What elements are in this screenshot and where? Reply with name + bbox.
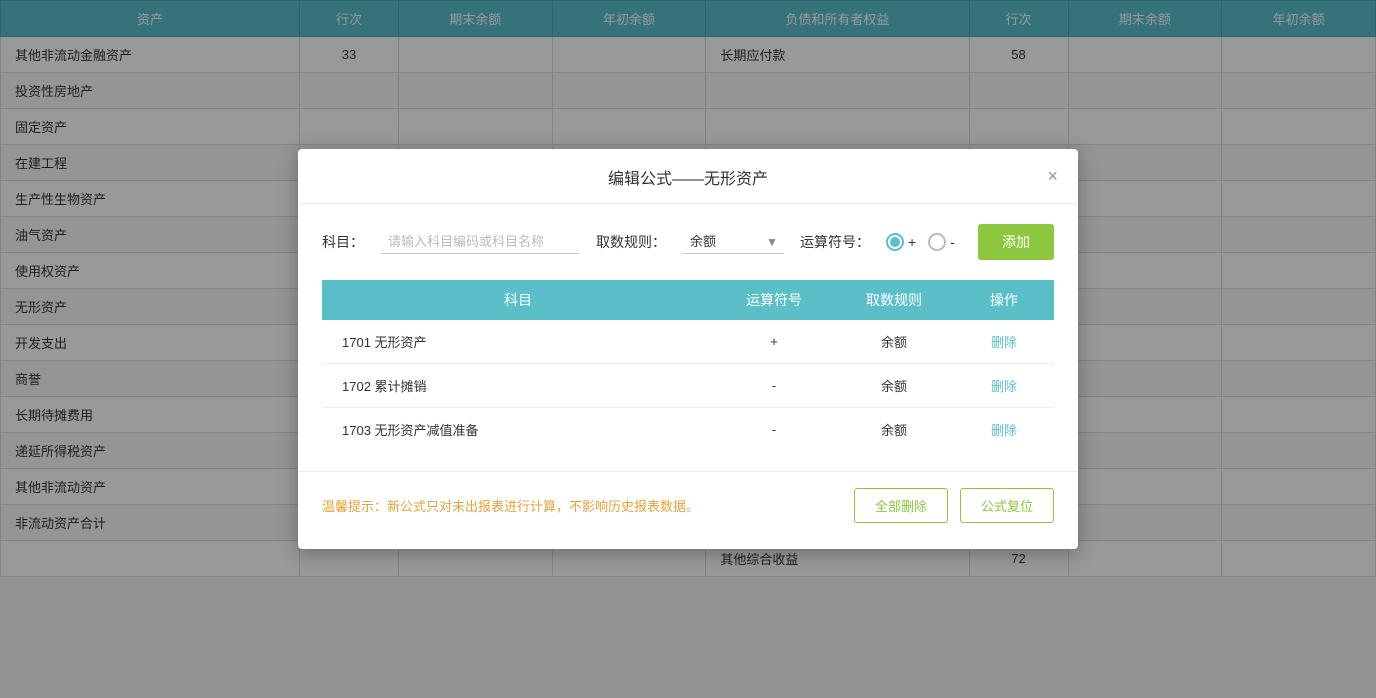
- formula-action-0: 删除: [954, 320, 1054, 364]
- modal-title: 编辑公式——无形资产: [608, 165, 768, 189]
- reset-button[interactable]: 公式复位: [960, 488, 1054, 523]
- formula-row: 1703 无形资产减值准备-余额 删除: [322, 408, 1054, 452]
- formula-rule-2: 余额: [834, 408, 954, 452]
- page-wrapper: 资产 行次 期末余额 年初余额 负债和所有者权益 行次 期末余额 年初余额 其他…: [0, 0, 1376, 698]
- delete-all-button[interactable]: 全部删除: [854, 488, 948, 523]
- formula-subject-0: 1701 无形资产: [322, 320, 714, 364]
- radio-plus-circle: [886, 233, 904, 251]
- modal-overlay: 编辑公式——无形资产 × 科目： 取数规则： 余额 借方发生额 贷方发生额: [0, 0, 1376, 698]
- operator-minus-label: -: [950, 234, 955, 250]
- formula-rule-1: 余额: [834, 364, 954, 408]
- delete-link-2[interactable]: 删除: [991, 423, 1017, 438]
- formula-row: 1702 累计摊销-余额 删除: [322, 364, 1054, 408]
- formula-operator-2: -: [714, 408, 834, 452]
- operator-label: 运算符号：: [800, 232, 870, 252]
- formula-table: 科目 运算符号 取数规则 操作 1701 无形资产+余额删除1702 累计摊销-…: [322, 280, 1054, 451]
- rule-select-wrapper: 余额 借方发生额 贷方发生额 ▼: [682, 230, 784, 254]
- formula-action-1: 删除: [954, 364, 1054, 408]
- modal-close-button[interactable]: ×: [1043, 163, 1062, 189]
- form-row: 科目： 取数规则： 余额 借方发生额 贷方发生额 ▼ 运算符号：: [322, 224, 1054, 260]
- footer-buttons: 全部删除 公式复位: [854, 488, 1054, 523]
- formula-row: 1701 无形资产+余额 删除: [322, 320, 1054, 364]
- subject-label: 科目：: [322, 232, 364, 252]
- hint-text: 温馨提示：新公式只对未出报表进行计算，不影响历史报表数据。: [322, 496, 699, 515]
- table-header-rule: 取数规则: [834, 280, 954, 320]
- modal-header: 编辑公式——无形资产 ×: [298, 149, 1078, 204]
- delete-link-0[interactable]: 删除: [991, 335, 1017, 350]
- table-header-subject: 科目: [322, 280, 714, 320]
- rule-select[interactable]: 余额 借方发生额 贷方发生额: [682, 230, 784, 254]
- rule-label: 取数规则：: [596, 232, 666, 252]
- formula-operator-0: +: [714, 320, 834, 364]
- operator-plus-radio[interactable]: +: [886, 233, 916, 251]
- table-header-action: 操作: [954, 280, 1054, 320]
- formula-subject-2: 1703 无形资产减值准备: [322, 408, 714, 452]
- delete-link-1[interactable]: 删除: [991, 379, 1017, 394]
- formula-operator-1: -: [714, 364, 834, 408]
- radio-minus-circle: [928, 233, 946, 251]
- formula-subject-1: 1702 累计摊销: [322, 364, 714, 408]
- add-button[interactable]: 添加: [978, 224, 1054, 260]
- table-header-operator: 运算符号: [714, 280, 834, 320]
- subject-input[interactable]: [380, 230, 580, 254]
- formula-action-2: 删除: [954, 408, 1054, 452]
- modal-footer: 温馨提示：新公式只对未出报表进行计算，不影响历史报表数据。 全部删除 公式复位: [298, 471, 1078, 539]
- operator-minus-radio[interactable]: -: [928, 233, 955, 251]
- operator-plus-label: +: [908, 234, 916, 250]
- modal-dialog: 编辑公式——无形资产 × 科目： 取数规则： 余额 借方发生额 贷方发生额: [298, 149, 1078, 549]
- modal-body: 科目： 取数规则： 余额 借方发生额 贷方发生额 ▼ 运算符号：: [298, 204, 1078, 471]
- operator-radio-group: + -: [886, 233, 955, 251]
- formula-rule-0: 余额: [834, 320, 954, 364]
